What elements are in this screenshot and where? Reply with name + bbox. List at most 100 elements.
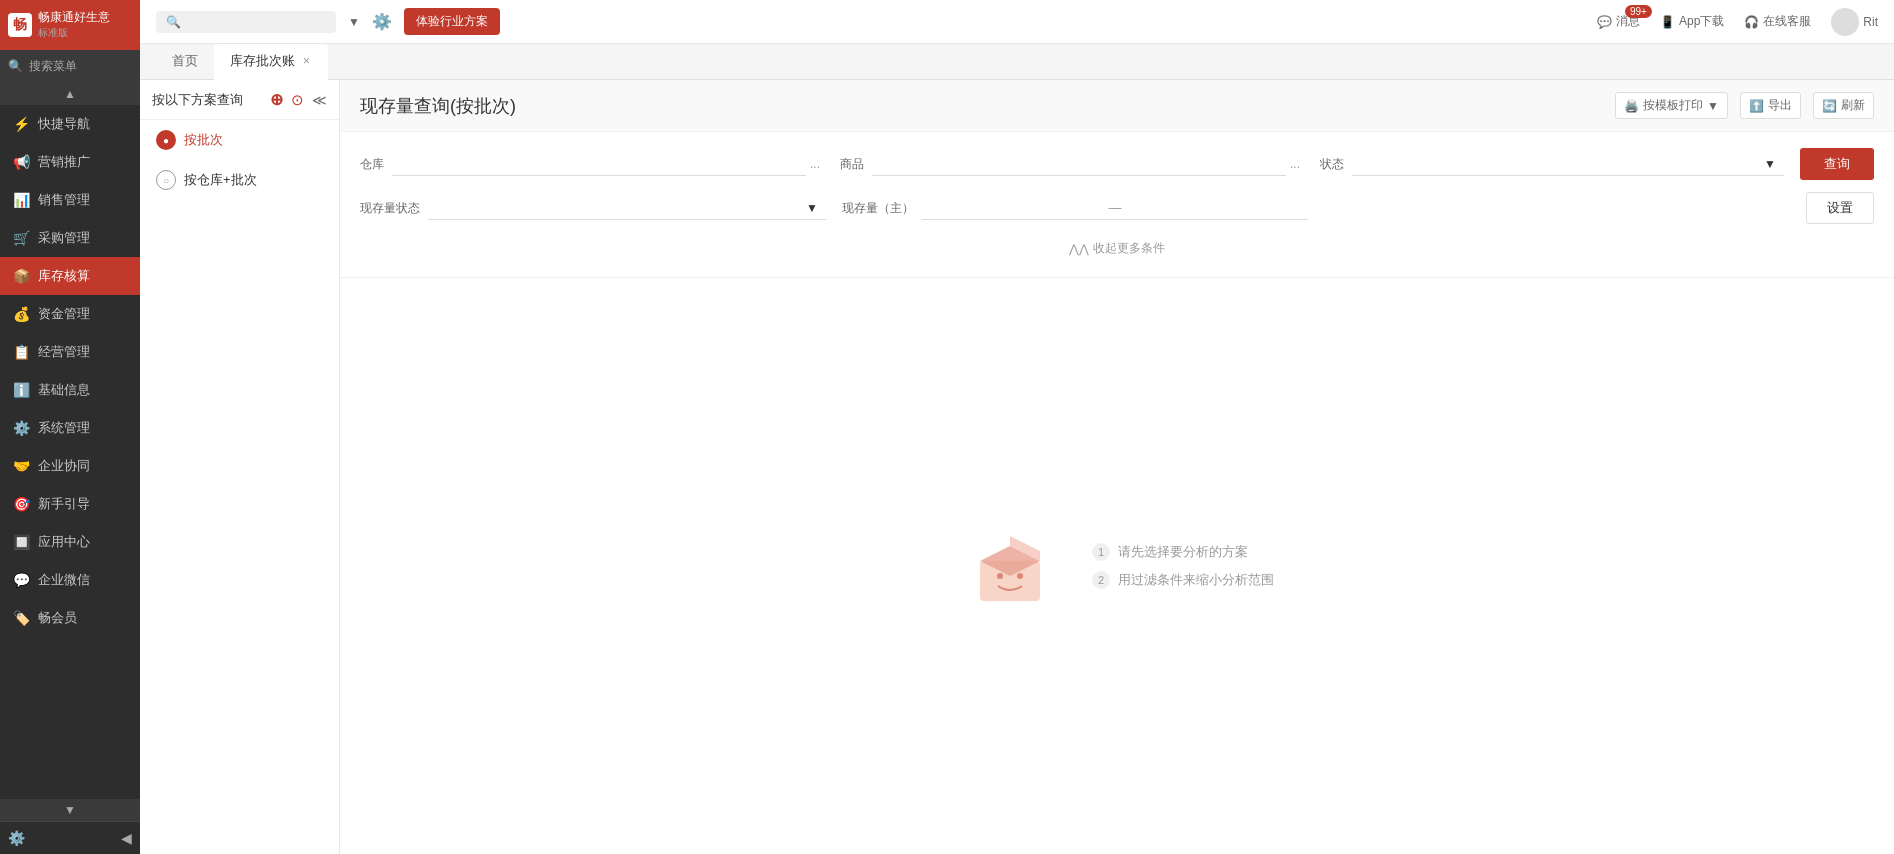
sidebar-item-marketing[interactable]: 📢 营销推广 <box>0 143 140 181</box>
enterprise-icon: 🤝 <box>12 457 30 475</box>
tab-close-icon[interactable]: × <box>301 54 312 68</box>
app-subtitle: 标准版 <box>38 26 110 40</box>
export-label: 导出 <box>1768 97 1792 114</box>
print-label: 按模板打印 <box>1643 97 1703 114</box>
topbar-message[interactable]: 💬 消息 99+ <box>1597 13 1640 30</box>
sidebar-collapse-button[interactable]: ◀ <box>121 830 132 846</box>
filter-area: 仓库 ... 商品 ... 状态 ▼ <box>340 132 1894 278</box>
collapse-panel-icon[interactable]: ≪ <box>312 92 327 108</box>
print-button[interactable]: 🖨️ 按模板打印 ▼ <box>1615 92 1728 119</box>
product-input[interactable] <box>872 153 1286 176</box>
page-title: 现存量查询(按批次) <box>360 94 516 118</box>
tab-inventory-batch[interactable]: 库存批次账 × <box>214 44 328 80</box>
sidebar-item-app-center[interactable]: 🔲 应用中心 <box>0 523 140 561</box>
inventory-quantity-to[interactable] <box>1126 201 1309 215</box>
sidebar-settings-button[interactable]: ⚙️ <box>8 830 25 846</box>
sidebar-scroll-up[interactable]: ▲ <box>0 83 140 105</box>
inventory-status-select[interactable]: ▼ <box>428 197 826 220</box>
app-center-icon: 🔲 <box>12 533 30 551</box>
trial-button[interactable]: 体验行业方案 <box>404 8 500 35</box>
sidebar-item-basic[interactable]: ℹ️ 基础信息 <box>0 371 140 409</box>
sidebar-item-system[interactable]: ⚙️ 系统管理 <box>0 409 140 447</box>
warehouse-batch-icon: ○ <box>156 170 176 190</box>
topbar-right: 💬 消息 99+ 📱 App下载 🎧 在线客服 Rit <box>1597 8 1878 36</box>
sidebar: 畅 畅康通好生意 标准版 🔍 搜索菜单 ▲ ⚡ 快捷导航 📢 营销推广 📊 销售… <box>0 0 140 854</box>
add-icon[interactable]: ⊕ <box>270 90 283 109</box>
sidebar-item-label: 畅会员 <box>38 609 77 627</box>
sidebar-item-operations[interactable]: 📋 经营管理 <box>0 333 140 371</box>
status-select[interactable]: ▼ <box>1352 153 1784 176</box>
sidebar-item-quick-nav[interactable]: ⚡ 快捷导航 <box>0 105 140 143</box>
filter-inventory-quantity: 现存量（主） — <box>842 196 1308 220</box>
sidebar-item-finance[interactable]: 💰 资金管理 <box>0 295 140 333</box>
finance-icon: 💰 <box>12 305 30 323</box>
topbar-user[interactable]: Rit <box>1831 8 1878 36</box>
sidebar-item-label: 营销推广 <box>38 153 90 171</box>
sidebar-item-label: 库存核算 <box>38 267 90 285</box>
inventory-quantity-range: — <box>922 196 1308 220</box>
left-panel-item-by-batch[interactable]: ● 按批次 <box>140 120 339 160</box>
search-icon: 🔍 <box>8 59 23 73</box>
print-icon: 🖨️ <box>1624 99 1639 113</box>
topbar-app-download[interactable]: 📱 App下载 <box>1660 13 1724 30</box>
settings-icon[interactable]: ⊙ <box>291 91 304 109</box>
batch-icon: ● <box>156 130 176 150</box>
left-panel-title: 按以下方案查询 <box>152 91 243 109</box>
app-download-label: App下载 <box>1679 13 1724 30</box>
export-icon: ⬆️ <box>1749 99 1764 113</box>
sidebar-item-label: 系统管理 <box>38 419 90 437</box>
online-service-label: 在线客服 <box>1763 13 1811 30</box>
sidebar-search[interactable]: 🔍 搜索菜单 <box>0 50 140 83</box>
tab-home[interactable]: 首页 <box>156 44 214 80</box>
system-icon: ⚙️ <box>12 419 30 437</box>
sidebar-item-purchase[interactable]: 🛒 采购管理 <box>0 219 140 257</box>
basic-icon: ℹ️ <box>12 381 30 399</box>
user-name: Rit <box>1863 15 1878 29</box>
topbar-search-icon: 🔍 <box>166 15 181 29</box>
content-area: 按以下方案查询 ⊕ ⊙ ≪ ● 按批次 ○ 按仓库+批次 现存量查询(按批次) <box>140 80 1894 854</box>
empty-state: 1 请先选择要分析的方案 2 用过滤条件来缩小分析范围 <box>340 278 1894 854</box>
page-header: 现存量查询(按批次) 🖨️ 按模板打印 ▼ ⬆️ 导出 🔄 刷新 <box>340 80 1894 132</box>
sidebar-item-member[interactable]: 🏷️ 畅会员 <box>0 599 140 637</box>
sidebar-item-sales[interactable]: 📊 销售管理 <box>0 181 140 219</box>
inventory-quantity-from[interactable] <box>922 201 1105 215</box>
export-button[interactable]: ⬆️ 导出 <box>1740 92 1801 119</box>
online-service-icon: 🎧 <box>1744 15 1759 29</box>
step-2-num: 2 <box>1092 571 1110 589</box>
collapse-button[interactable]: ⋀⋀ 收起更多条件 <box>360 236 1874 261</box>
tabs-bar: 首页 库存批次账 × <box>140 44 1894 80</box>
warehouse-input[interactable] <box>392 153 806 176</box>
app-download-icon: 📱 <box>1660 15 1675 29</box>
sidebar-scroll-down[interactable]: ▼ <box>0 799 140 821</box>
topbar-gear-icon[interactable]: ⚙️ <box>372 12 392 31</box>
inventory-quantity-label: 现存量（主） <box>842 200 914 217</box>
product-more[interactable]: ... <box>1286 157 1304 171</box>
topbar-search-box[interactable]: 🔍 <box>156 11 336 33</box>
left-panel-item-by-warehouse-batch[interactable]: ○ 按仓库+批次 <box>140 160 339 200</box>
wechat-icon: 💬 <box>12 571 30 589</box>
topbar-online-service[interactable]: 🎧 在线客服 <box>1744 13 1811 30</box>
user-avatar <box>1831 8 1859 36</box>
warehouse-more[interactable]: ... <box>806 157 824 171</box>
refresh-icon: 🔄 <box>1822 99 1837 113</box>
settings-button[interactable]: 设置 <box>1806 192 1874 224</box>
sidebar-item-newbie[interactable]: 🎯 新手引导 <box>0 485 140 523</box>
filter-warehouse: 仓库 ... <box>360 153 824 176</box>
operations-icon: 📋 <box>12 343 30 361</box>
inventory-status-label: 现存量状态 <box>360 200 420 217</box>
topbar-dropdown[interactable]: ▼ <box>348 15 360 29</box>
sidebar-item-inventory[interactable]: 📦 库存核算 <box>0 257 140 295</box>
quantity-dash: — <box>1109 200 1122 215</box>
sidebar-header: 畅 畅康通好生意 标准版 <box>0 0 140 50</box>
app-title: 畅康通好生意 <box>38 10 110 26</box>
right-panel: 现存量查询(按批次) 🖨️ 按模板打印 ▼ ⬆️ 导出 🔄 刷新 <box>340 80 1894 854</box>
sidebar-item-wechat[interactable]: 💬 企业微信 <box>0 561 140 599</box>
query-button[interactable]: 查询 <box>1800 148 1874 180</box>
step-2-text: 用过滤条件来缩小分析范围 <box>1118 571 1274 589</box>
svg-point-4 <box>1017 573 1023 579</box>
filter-status: 状态 ▼ <box>1320 153 1784 176</box>
filter-row-1: 仓库 ... 商品 ... 状态 ▼ <box>360 148 1874 180</box>
sidebar-item-enterprise[interactable]: 🤝 企业协同 <box>0 447 140 485</box>
sidebar-item-label: 资金管理 <box>38 305 90 323</box>
refresh-button[interactable]: 🔄 刷新 <box>1813 92 1874 119</box>
